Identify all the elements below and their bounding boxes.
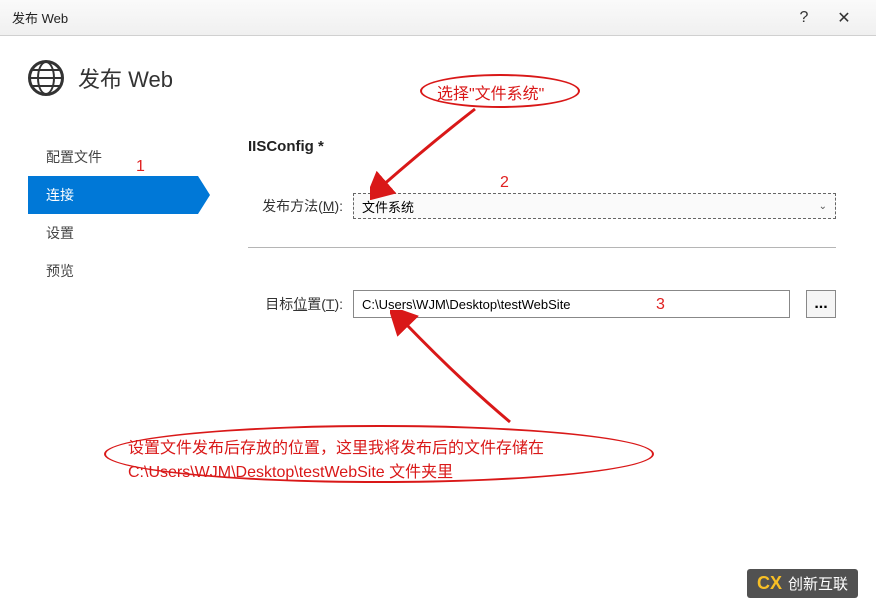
publish-method-label: 发布方法(M): [248, 196, 343, 216]
page-title: 发布 Web [78, 62, 173, 94]
watermark-mark: CX [757, 573, 782, 594]
page-header: 发布 Web [0, 36, 876, 116]
help-button[interactable]: ? [784, 2, 824, 34]
profile-name: IISConfig * [248, 138, 836, 155]
sidebar-item-label: 配置文件 [46, 147, 102, 167]
titlebar: 发布 Web ? ✕ [0, 0, 876, 36]
watermark-logo: CX 创新互联 [747, 569, 858, 598]
publish-method-row: 发布方法(M): 文件系统 ⌄ [248, 193, 836, 219]
chevron-down-icon: ⌄ [819, 201, 827, 212]
body: 配置文件 连接 设置 预览 IISConfig * 发布方法(M): 文件系统 … [0, 116, 876, 330]
divider [248, 247, 836, 248]
sidebar-item-label: 连接 [46, 185, 74, 205]
sidebar-item-settings[interactable]: 设置 [28, 214, 198, 252]
target-location-row: 目标位置(T): ... [248, 290, 836, 318]
close-button[interactable]: ✕ [824, 2, 864, 34]
publish-method-select[interactable]: 文件系统 ⌄ [353, 193, 836, 219]
target-location-label: 目标位置(T): [248, 294, 343, 314]
globe-icon [28, 60, 64, 96]
sidebar-item-label: 设置 [46, 223, 74, 243]
target-location-input[interactable] [353, 290, 790, 318]
sidebar-item-connection[interactable]: 连接 [28, 176, 198, 214]
watermark-text: 创新互联 [788, 573, 848, 594]
publish-method-value: 文件系统 [362, 197, 414, 216]
sidebar-item-label: 预览 [46, 261, 74, 281]
sidebar-item-profile[interactable]: 配置文件 [28, 138, 198, 176]
sidebar-item-preview[interactable]: 预览 [28, 252, 198, 290]
window-title: 发布 Web [12, 8, 784, 27]
main-panel: IISConfig * 发布方法(M): 文件系统 ⌄ 目标位置(T): ... [198, 116, 876, 330]
annotation-callout-bottom: 设置文件发布后存放的位置，这里我将发布后的文件存储在 C:\Users\WJM\… [128, 434, 544, 482]
browse-button[interactable]: ... [806, 290, 836, 318]
annotation-oval-bottom [104, 425, 654, 483]
wizard-sidebar: 配置文件 连接 设置 预览 [28, 116, 198, 330]
